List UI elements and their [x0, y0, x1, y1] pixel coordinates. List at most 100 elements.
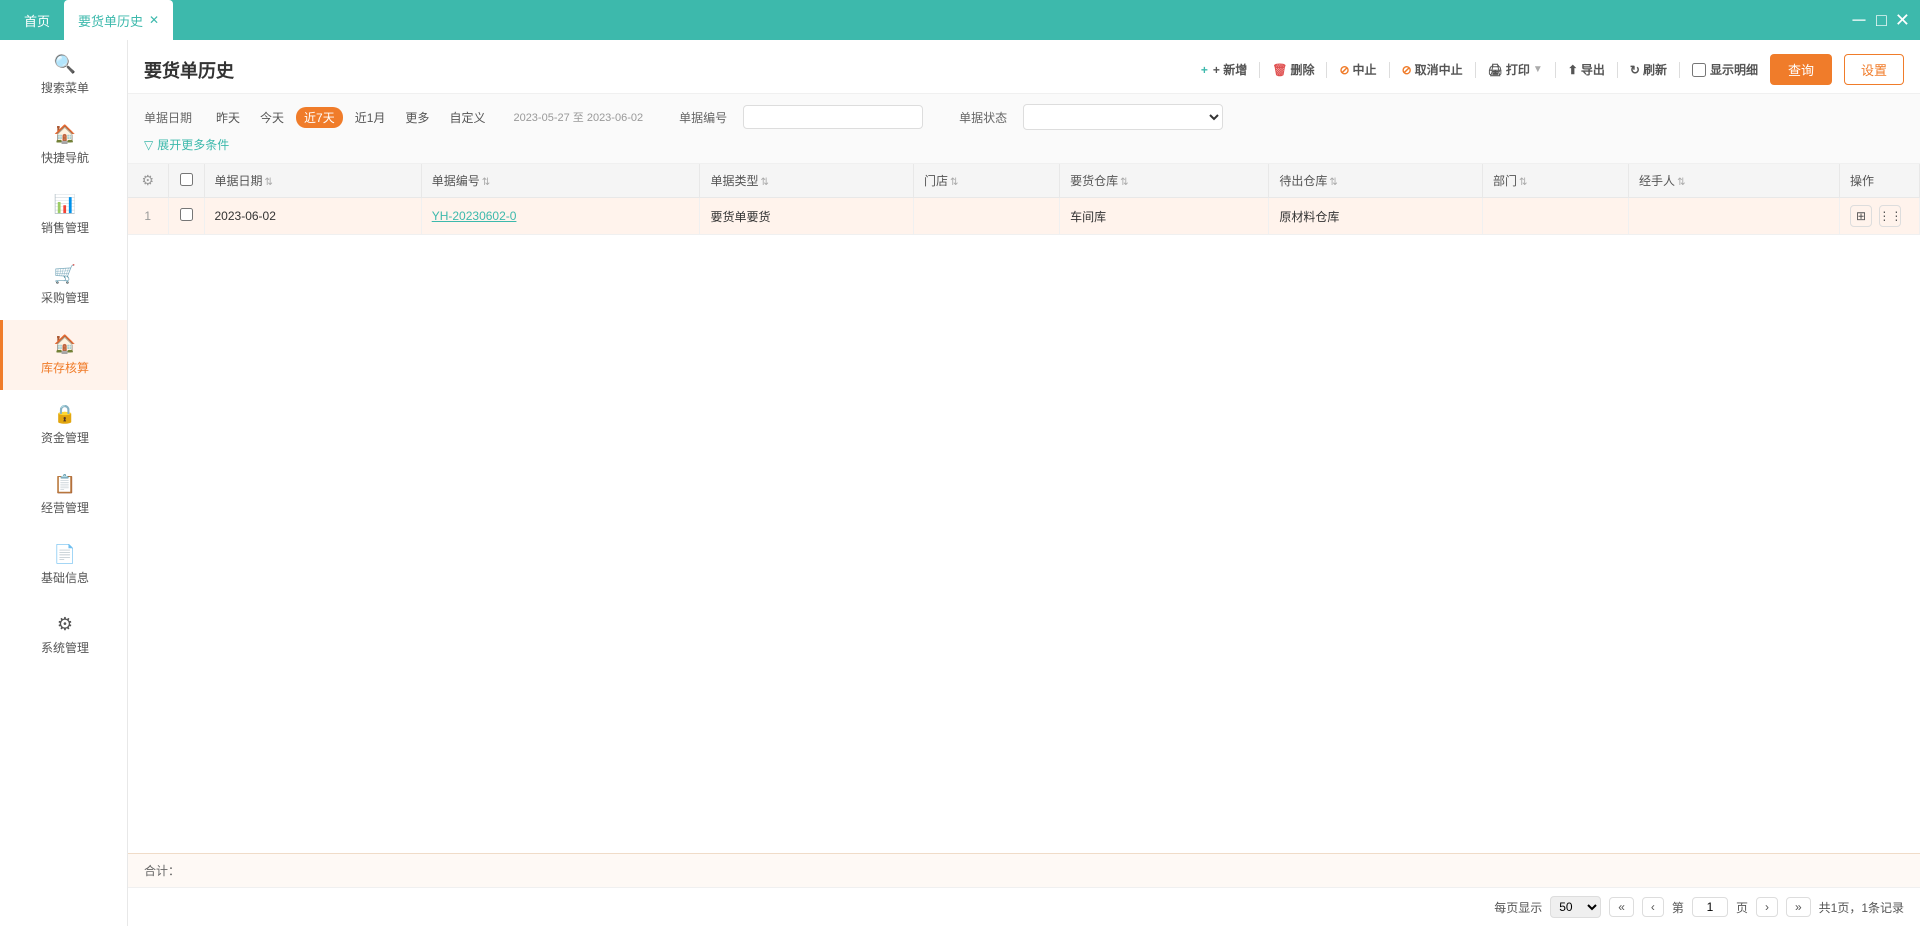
page-prefix: 第 — [1672, 899, 1684, 916]
sort-dept-icon[interactable]: ⇅ — [1519, 177, 1527, 188]
sidebar-item-quick-nav[interactable]: 🏠 快捷导航 — [0, 110, 127, 180]
data-table: ⚙ 单据日期⇅ 单据编号⇅ 单据类型⇅ — [128, 164, 1920, 235]
col-doctype: 单据类型⇅ — [700, 164, 914, 198]
divider-3 — [1389, 62, 1390, 78]
delete-btn[interactable]: 🗑 删除 — [1272, 61, 1314, 78]
col-handler: 经手人⇅ — [1629, 164, 1840, 198]
sidebar-item-sales-mgmt[interactable]: 📊 销售管理 — [0, 180, 127, 250]
divider-2 — [1326, 62, 1327, 78]
date-tag-yesterday[interactable]: 昨天 — [208, 107, 248, 128]
sidebar-item-label-quicknav: 快捷导航 — [41, 149, 89, 166]
row-doctype: 要货单要货 — [700, 198, 914, 235]
close-tab-btn[interactable]: ✕ — [149, 13, 159, 27]
date-tag-7days[interactable]: 近7天 — [296, 107, 343, 128]
sort-reqwh-icon[interactable]: ⇅ — [1120, 177, 1128, 188]
new-btn[interactable]: + + 新增 — [1201, 61, 1247, 78]
select-all-checkbox[interactable] — [180, 173, 193, 186]
status-select-wrap[interactable]: 全部 待审核 已审核 已中止 — [1023, 104, 1223, 130]
page-number-input[interactable] — [1692, 897, 1728, 917]
quick-nav-icon: 🏠 — [54, 124, 76, 145]
sidebar-item-sys-mgmt[interactable]: ⚙ 系统管理 — [0, 600, 127, 670]
date-range-display: 2023-05-27 至 2023-06-02 — [513, 109, 643, 125]
col-dept: 部门⇅ — [1482, 164, 1628, 198]
per-page-label: 每页显示 — [1494, 899, 1542, 916]
sort-docno-icon[interactable]: ⇅ — [482, 177, 490, 188]
sidebar-item-label-ops: 经营管理 — [41, 499, 89, 516]
sidebar-item-label-inventory: 库存核算 — [41, 359, 89, 376]
row-docdate: 2023-06-02 — [204, 198, 421, 235]
settings-icon[interactable]: ⚙ — [141, 172, 154, 188]
more-icon[interactable]: ⋮⋮ — [1879, 205, 1901, 227]
page-title: 要货单历史 — [144, 57, 234, 83]
row-req-warehouse: 车间库 — [1060, 198, 1269, 235]
sort-pendwh-icon[interactable]: ⇅ — [1329, 177, 1337, 188]
expand-more-btn[interactable]: ▽ 展开更多条件 — [144, 136, 1904, 153]
docno-filter-input[interactable] — [743, 105, 923, 129]
col-pending-warehouse: 待出仓库⇅ — [1269, 164, 1483, 198]
docno-filter-label: 单据编号 — [679, 109, 727, 126]
show-detail-checkbox[interactable] — [1692, 63, 1706, 77]
refresh-btn[interactable]: ↻ 刷新 — [1630, 61, 1667, 78]
sidebar-item-inventory-calc[interactable]: 🏠 库存核算 — [0, 320, 127, 390]
close-btn[interactable]: ✕ — [1895, 10, 1910, 31]
sidebar-item-purchase-mgmt[interactable]: 🛒 采购管理 — [0, 250, 127, 320]
first-page-btn[interactable]: « — [1609, 897, 1634, 917]
date-tag-more[interactable]: 更多 — [397, 107, 437, 128]
print-btn[interactable]: 🖨 打印 ▼ — [1488, 61, 1543, 78]
maximize-btn[interactable]: □ — [1876, 10, 1887, 31]
divider-7 — [1679, 62, 1680, 78]
setting-button[interactable]: 设置 — [1844, 54, 1904, 85]
date-tags: 昨天 今天 近7天 近1月 更多 自定义 — [208, 107, 493, 128]
date-tag-1month[interactable]: 近1月 — [347, 107, 394, 128]
sidebar-item-basic-info[interactable]: 📄 基础信息 — [0, 530, 127, 600]
sidebar-item-ops-mgmt[interactable]: 📋 经营管理 — [0, 460, 127, 530]
search-menu-icon: 🔍 — [54, 54, 76, 75]
row-docno: YH-20230602-0 — [421, 198, 700, 235]
view-icon[interactable]: ⊞ — [1850, 205, 1872, 227]
doc-link[interactable]: YH-20230602-0 — [432, 209, 517, 223]
last-page-btn[interactable]: » — [1786, 897, 1811, 917]
date-tag-today[interactable]: 今天 — [252, 107, 292, 128]
table-wrap: ⚙ 单据日期⇅ 单据编号⇅ 单据类型⇅ — [128, 164, 1920, 853]
row-pending-warehouse: 原材料仓库 — [1269, 198, 1483, 235]
content-area: 要货单历史 + + 新增 🗑 删除 ⊘ 中止 ⊘ — [128, 40, 1920, 926]
date-tag-custom[interactable]: 自定义 — [441, 107, 493, 128]
export-btn[interactable]: ⬆ 导出 — [1568, 61, 1605, 78]
col-docno: 单据编号⇅ — [421, 164, 700, 198]
col-store: 门店⇅ — [914, 164, 1060, 198]
query-button[interactable]: 查询 — [1770, 54, 1832, 85]
table-row: 1 2023-06-02 YH-20230602-0 要货单要货 车间库 原材料… — [128, 198, 1920, 235]
sidebar-item-label-basicinfo: 基础信息 — [41, 569, 89, 586]
sidebar: 🔍 搜索菜单 🏠 快捷导航 📊 销售管理 🛒 采购管理 🏠 库存核算 🔒 资金管… — [0, 40, 128, 926]
tab-requisition-history[interactable]: 要货单历史 ✕ — [64, 0, 173, 40]
show-detail-toggle[interactable]: 显示明细 — [1692, 61, 1758, 78]
basicinfo-icon: 📄 — [54, 544, 76, 565]
row-checkbox[interactable] — [180, 208, 193, 221]
sort-doctype-icon[interactable]: ⇅ — [760, 177, 768, 188]
sort-store-icon[interactable]: ⇅ — [950, 177, 958, 188]
col-req-warehouse: 要货仓库⇅ — [1060, 164, 1269, 198]
cancel-stop-btn[interactable]: ⊘ 取消中止 — [1402, 61, 1463, 78]
next-page-btn[interactable]: › — [1756, 897, 1778, 917]
sort-handler-icon[interactable]: ⇅ — [1677, 177, 1685, 188]
row-dept — [1482, 198, 1628, 235]
sidebar-item-finance-mgmt[interactable]: 🔒 资金管理 — [0, 390, 127, 460]
stop-btn[interactable]: ⊘ 中止 — [1339, 61, 1376, 78]
row-handler — [1629, 198, 1840, 235]
status-select[interactable]: 全部 待审核 已审核 已中止 — [1024, 105, 1222, 129]
filter-area: 单据日期 昨天 今天 近7天 近1月 更多 自定义 2023-05-27 至 2… — [128, 94, 1920, 164]
filter-row-1: 单据日期 昨天 今天 近7天 近1月 更多 自定义 2023-05-27 至 2… — [144, 104, 1904, 130]
sysm-icon: ⚙ — [57, 614, 73, 635]
tab-home[interactable]: 首页 — [10, 0, 64, 40]
sidebar-item-search-menu[interactable]: 🔍 搜索菜单 — [0, 40, 127, 110]
sort-docdate-icon[interactable]: ⇅ — [265, 177, 273, 188]
page-header: 要货单历史 + + 新增 🗑 删除 ⊘ 中止 ⊘ — [128, 40, 1920, 94]
divider-4 — [1475, 62, 1476, 78]
page-suffix: 页 — [1736, 899, 1748, 916]
col-settings[interactable]: ⚙ — [128, 164, 168, 198]
minimize-btn[interactable]: － — [1850, 7, 1868, 33]
sum-label: 合计： — [144, 862, 180, 879]
prev-page-btn[interactable]: ‹ — [1642, 897, 1664, 917]
per-page-select[interactable]: 10 20 50 100 — [1550, 896, 1601, 918]
toolbar-actions: + + 新增 🗑 删除 ⊘ 中止 ⊘ 取消中止 — [1201, 54, 1904, 85]
